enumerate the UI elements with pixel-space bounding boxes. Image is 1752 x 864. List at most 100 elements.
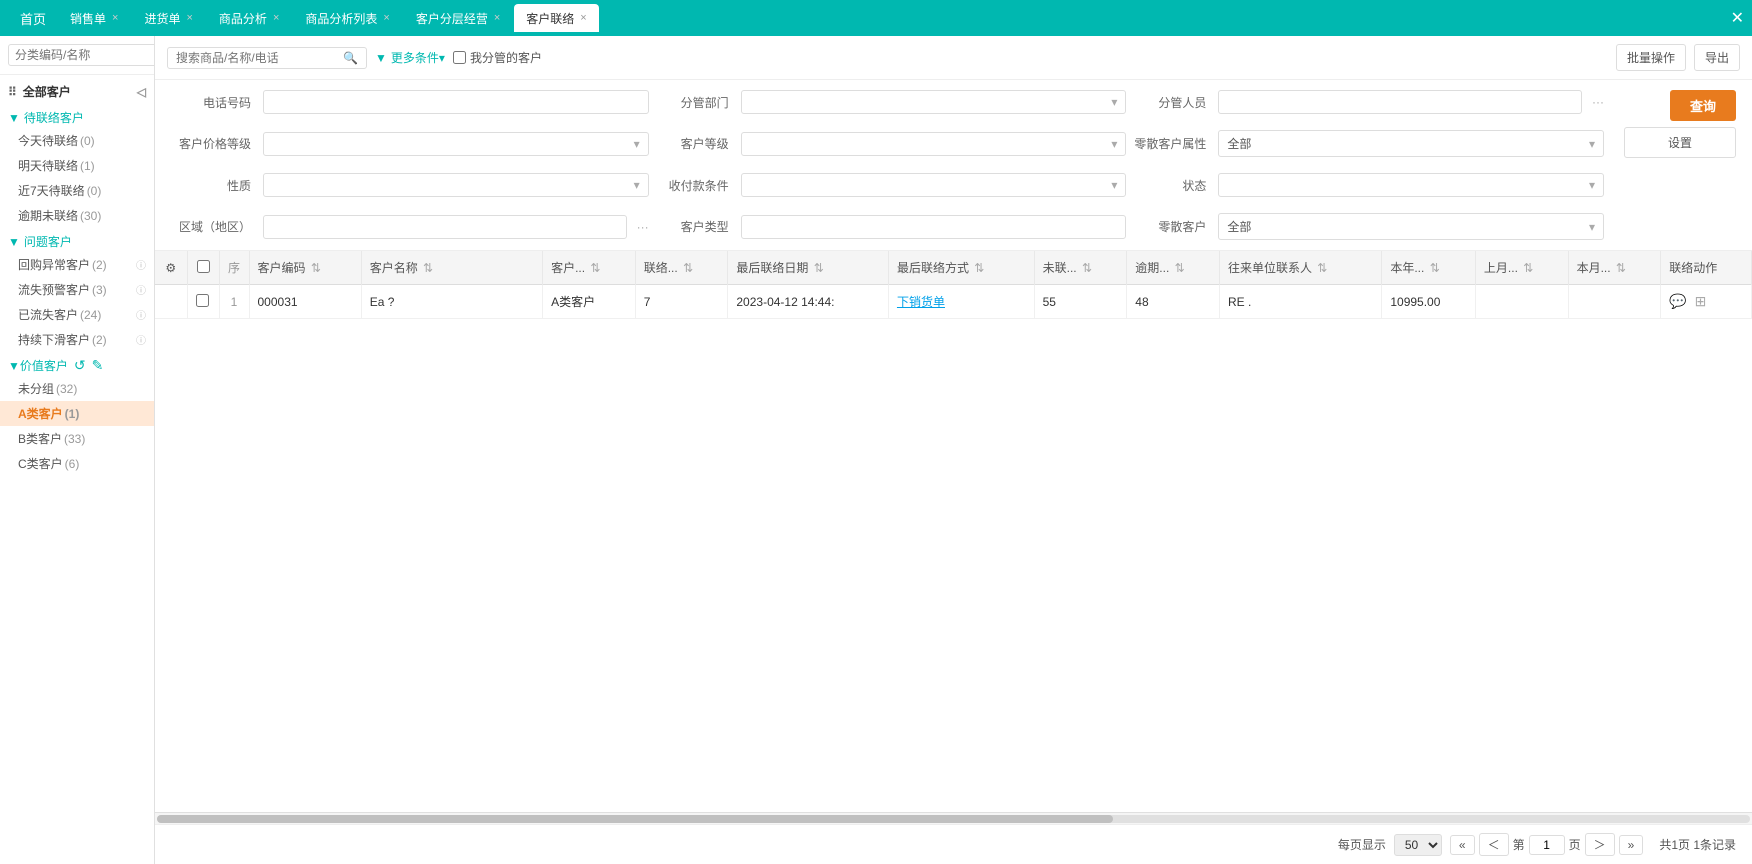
col-name[interactable]: 客户名称 ⇅ xyxy=(361,251,542,285)
close-analysis-list-tab[interactable]: × xyxy=(383,12,389,24)
payment-select[interactable]: ▾ xyxy=(741,173,1127,197)
sort-contact-icon: ⇅ xyxy=(683,261,693,275)
manager-label: 分管人员 xyxy=(1126,94,1206,111)
filter-phone: 电话号码 xyxy=(171,90,649,114)
nature-select[interactable]: ▾ xyxy=(263,173,649,197)
col-settings[interactable]: ⚙ xyxy=(155,251,187,285)
search-input[interactable] xyxy=(176,51,339,65)
dept-select[interactable]: ▾ xyxy=(741,90,1127,114)
manager-input[interactable] xyxy=(1218,90,1582,114)
col-code[interactable]: 客户编码 ⇅ xyxy=(249,251,361,285)
col-last-month[interactable]: 上月... ⇅ xyxy=(1475,251,1568,285)
sidebar-item-tomorrow[interactable]: 明天待联络 (1) xyxy=(0,153,154,178)
nav-tab-customer-contact[interactable]: 客户联络 × xyxy=(514,4,598,32)
select-all-checkbox[interactable] xyxy=(197,260,210,273)
sidebar-item-lostwarning[interactable]: 流失预警客户 (3) ⓘ xyxy=(0,277,154,302)
my-customers-checkbox[interactable] xyxy=(453,51,466,64)
sidebar-collapse-icon[interactable]: ◁ xyxy=(137,85,146,99)
sidebar-item-repurchase[interactable]: 回购异常客户 (2) ⓘ xyxy=(0,252,154,277)
per-page-select[interactable]: 50 xyxy=(1394,834,1442,856)
nav-tab-analysis[interactable]: 商品分析 × xyxy=(207,4,291,32)
refresh-icon[interactable]: ↺ xyxy=(74,357,86,374)
horizontal-scrollbar[interactable] xyxy=(155,812,1752,824)
row-checkbox[interactable] xyxy=(196,294,209,307)
col-contact[interactable]: 联络... ⇅ xyxy=(635,251,728,285)
col-overdue[interactable]: 逾期... ⇅ xyxy=(1127,251,1220,285)
query-button[interactable]: 查询 xyxy=(1670,90,1736,121)
nav-tab-sales[interactable]: 销售单 × xyxy=(58,4,130,32)
customer-level-select[interactable]: ▾ xyxy=(741,132,1127,156)
close-customer-tier-tab[interactable]: × xyxy=(494,12,500,24)
total-label: 共1页 1条记录 xyxy=(1659,836,1736,853)
nav-tab-customer-tier[interactable]: 客户分层经营 × xyxy=(404,4,512,32)
prev-page-btn[interactable]: ＜ xyxy=(1479,833,1509,856)
cell-checkbox[interactable] xyxy=(187,285,219,319)
settings-button[interactable]: 设置 xyxy=(1624,127,1736,158)
edit-icon[interactable]: ✎ xyxy=(92,357,104,374)
col-no-contact[interactable]: 未联... ⇅ xyxy=(1034,251,1127,285)
next-page-btn[interactable]: ＞ xyxy=(1585,833,1615,856)
col-level[interactable]: 客户... ⇅ xyxy=(543,251,636,285)
group-problem[interactable]: ▼ 问题客户 xyxy=(0,228,154,252)
col-contact-person[interactable]: 往来单位联系人 ⇅ xyxy=(1219,251,1381,285)
col-last-date[interactable]: 最后联络日期 ⇅ xyxy=(728,251,889,285)
sidebar-item-ungroup[interactable]: 未分组 (32) xyxy=(0,376,154,401)
search-icon[interactable]: 🔍 xyxy=(343,51,358,65)
col-this-year[interactable]: 本年... ⇅ xyxy=(1382,251,1476,285)
manager-dots-icon[interactable]: ··· xyxy=(1592,95,1604,109)
message-icon[interactable]: 💬 xyxy=(1669,293,1686,310)
qr-icon[interactable]: ⊞ xyxy=(1695,293,1707,310)
filter-row-3: 性质 ▾ 收付款条件 ▾ xyxy=(171,173,1604,197)
cell-overdue: 48 xyxy=(1127,285,1220,319)
price-level-select[interactable]: ▾ xyxy=(263,132,649,156)
cell-no-contact: 55 xyxy=(1034,285,1127,319)
page-input[interactable] xyxy=(1529,835,1565,855)
bulk-ops-button[interactable]: 批量操作 xyxy=(1616,44,1686,71)
sort-year-icon: ⇅ xyxy=(1430,261,1440,275)
nav-home[interactable]: 首页 xyxy=(8,9,58,28)
retail-attr-select[interactable]: 全部 ▾ xyxy=(1218,130,1604,157)
sidebar-item-overdue[interactable]: 逾期未联络 (30) xyxy=(0,203,154,228)
col-last-method[interactable]: 最后联络方式 ⇅ xyxy=(888,251,1034,285)
group-value-label: 价值客户 xyxy=(20,357,68,374)
sidebar-item-lost[interactable]: 已流失客户 (24) ⓘ xyxy=(0,302,154,327)
last-page-btn[interactable]: » xyxy=(1619,835,1644,855)
customer-type-input[interactable] xyxy=(741,215,1127,239)
scroll-thumb[interactable] xyxy=(157,815,1113,823)
col-this-month[interactable]: 本月... ⇅ xyxy=(1568,251,1661,285)
close-sales-tab[interactable]: × xyxy=(112,12,118,24)
window-close-icon[interactable]: ✕ xyxy=(1731,8,1744,28)
nav-tab-analysis-list[interactable]: 商品分析列表 × xyxy=(293,4,401,32)
export-button[interactable]: 导出 xyxy=(1694,44,1740,71)
close-analysis-tab[interactable]: × xyxy=(273,12,279,24)
filter-icon: ▼ xyxy=(375,51,387,65)
filter-nature: 性质 ▾ xyxy=(171,173,649,197)
group-pending-contact[interactable]: ▼ 待联络客户 xyxy=(0,104,154,128)
nature-down-arrow: ▾ xyxy=(634,178,640,192)
sidebar-item-a-class[interactable]: A类客户 (1) xyxy=(0,401,154,426)
nav-tab-purchase[interactable]: 进货单 × xyxy=(132,4,204,32)
sidebar-item-declining[interactable]: 持续下滑客户 (2) ⓘ xyxy=(0,327,154,352)
last-method-link[interactable]: 下销货单 xyxy=(897,295,945,309)
sidebar-item-7days[interactable]: 近7天待联络 (0) xyxy=(0,178,154,203)
more-filters-btn[interactable]: ▼ 更多条件 ▾ xyxy=(375,49,445,66)
cell-actions: 💬 ⊞ xyxy=(1661,285,1752,319)
content-area: 🔍 ▼ 更多条件 ▾ 我分管的客户 批量操作 导出 xyxy=(155,36,1752,864)
sidebar-item-b-class[interactable]: B类客户 (33) xyxy=(0,426,154,451)
sidebar-item-today[interactable]: 今天待联络 (0) xyxy=(0,128,154,153)
cell-last-method[interactable]: 下销货单 xyxy=(888,285,1034,319)
status-select[interactable]: ▾ xyxy=(1218,173,1604,197)
group-arrow-icon: ▼ xyxy=(8,111,20,125)
retail-customer-select[interactable]: 全部 ▾ xyxy=(1218,213,1604,240)
region-input[interactable] xyxy=(263,215,627,239)
sort-no-contact-icon: ⇅ xyxy=(1082,261,1092,275)
close-purchase-tab[interactable]: × xyxy=(186,12,192,24)
sidebar-search-input[interactable] xyxy=(8,44,155,66)
sidebar-item-c-class[interactable]: C类客户 (6) xyxy=(0,451,154,476)
col-checkbox[interactable] xyxy=(187,251,219,285)
sort-code-icon: ⇅ xyxy=(311,261,321,275)
close-customer-contact-tab[interactable]: × xyxy=(580,12,586,24)
phone-input[interactable] xyxy=(263,90,649,114)
first-page-btn[interactable]: « xyxy=(1450,835,1475,855)
region-dots-icon[interactable]: ··· xyxy=(637,220,649,234)
